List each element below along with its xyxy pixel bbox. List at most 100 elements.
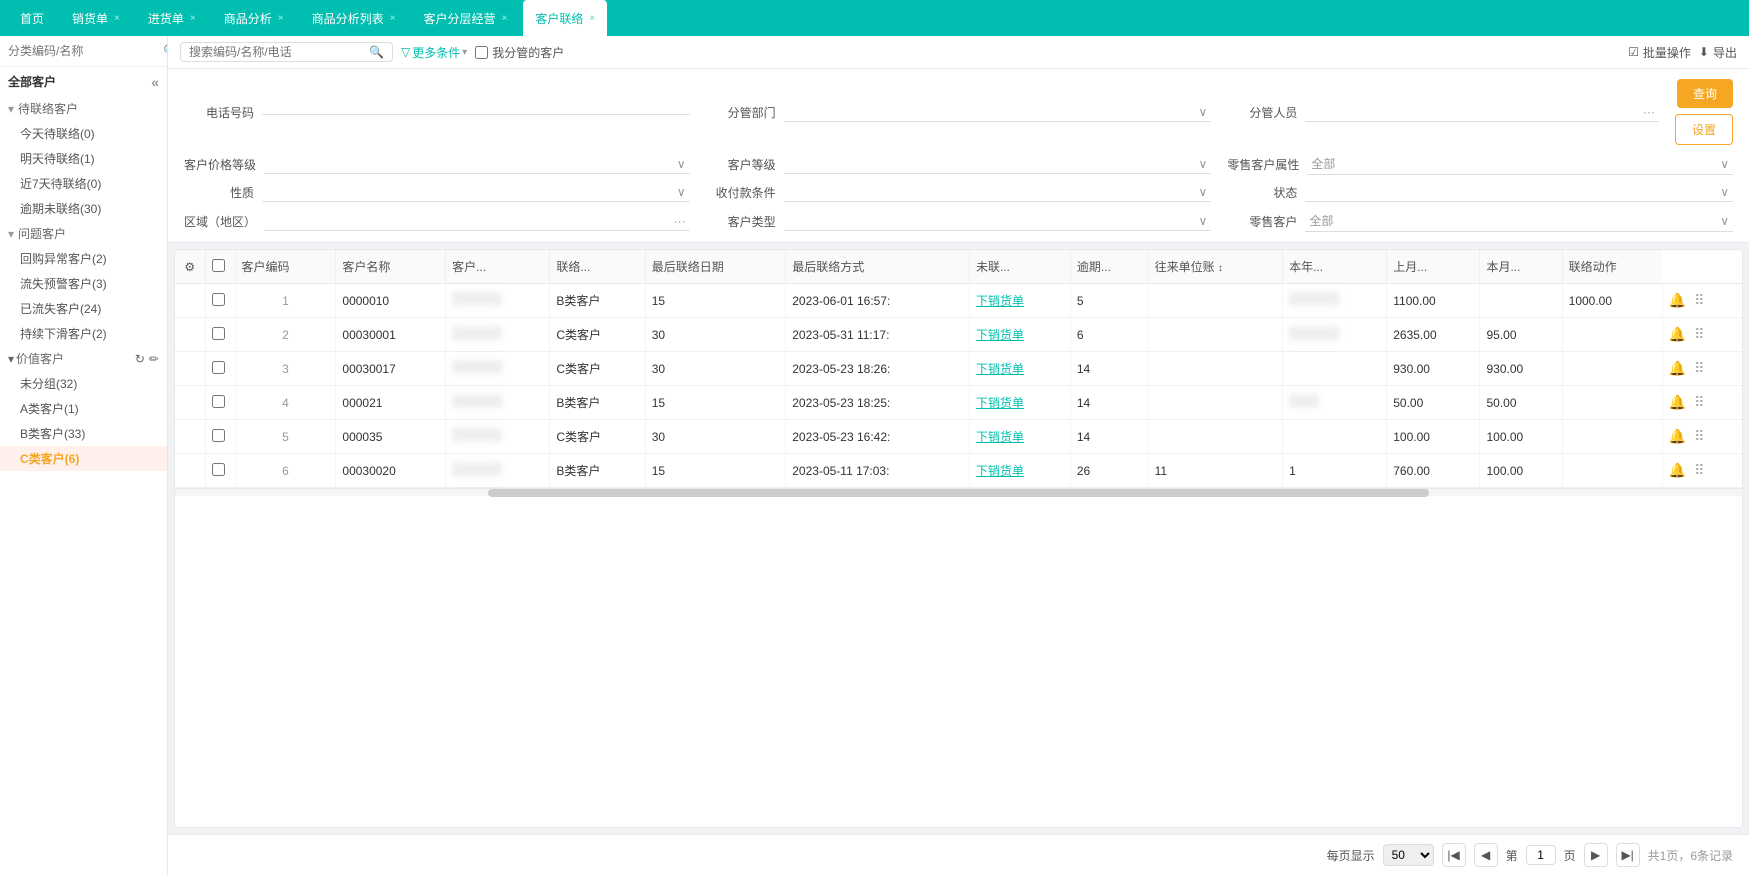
action-bell-icon-2[interactable]: 🔔: [1669, 360, 1686, 377]
next-page-btn[interactable]: ▶: [1584, 843, 1608, 867]
customer-type-select[interactable]: ∨: [784, 212, 1212, 231]
sidebar-value-group[interactable]: ▾ 价值客户 ↻ ✏: [0, 346, 167, 371]
sidebar-item-c-class[interactable]: C类客户(6): [0, 446, 167, 471]
nature-select[interactable]: ∨: [262, 183, 690, 202]
nav-customer-contact-close[interactable]: ×: [589, 13, 595, 24]
page-size-select[interactable]: 50 20 100: [1383, 844, 1434, 866]
action-bell-icon-3[interactable]: 🔔: [1669, 394, 1686, 411]
cell-method-4[interactable]: 下销货单: [969, 420, 1070, 454]
cell-action-5[interactable]: 🔔 ⠿: [1662, 454, 1742, 488]
phone-input[interactable]: [262, 110, 690, 115]
nav-customer-contact[interactable]: 客户联络 ×: [523, 0, 607, 36]
cell-action-2[interactable]: 🔔 ⠿: [1662, 352, 1742, 386]
nav-product-list[interactable]: 商品分析列表 ×: [300, 0, 408, 36]
cell-action-0[interactable]: 🔔 ⠿: [1662, 284, 1742, 318]
retail-attr-select[interactable]: 全部 ∨: [1307, 153, 1733, 175]
row-checkbox-2[interactable]: [212, 361, 225, 374]
batch-operation-btn[interactable]: ☑ 批量操作: [1628, 44, 1691, 61]
sidebar-item-today[interactable]: 今天待联络(0): [0, 121, 167, 146]
sidebar-item-declining[interactable]: 持续下滑客户(2): [0, 321, 167, 346]
nav-product-list-close[interactable]: ×: [390, 13, 396, 24]
action-bell-icon-0[interactable]: 🔔: [1669, 292, 1686, 309]
retail-customer-select[interactable]: 全部 ∨: [1305, 210, 1733, 232]
row-checkbox-1[interactable]: [212, 327, 225, 340]
action-menu-icon-4[interactable]: ⠿: [1694, 428, 1704, 445]
row-checkbox-3[interactable]: [212, 395, 225, 408]
sidebar-item-a-class[interactable]: A类客户(1): [0, 396, 167, 421]
nav-product-analysis[interactable]: 商品分析 ×: [212, 0, 296, 36]
search-input[interactable]: [189, 45, 369, 59]
nav-sales-close[interactable]: ×: [114, 13, 120, 24]
cell-method-0[interactable]: 下销货单: [969, 284, 1070, 318]
query-button[interactable]: 查询: [1677, 79, 1733, 108]
sidebar-problem-group[interactable]: 问题客户: [0, 221, 167, 246]
cell-checkbox-4[interactable]: [205, 420, 235, 454]
cell-action-3[interactable]: 🔔 ⠿: [1662, 386, 1742, 420]
cell-checkbox-3[interactable]: [205, 386, 235, 420]
sidebar-item-ungrouped[interactable]: 未分组(32): [0, 371, 167, 396]
prev-page-btn[interactable]: ◀: [1474, 843, 1498, 867]
settings-th[interactable]: ⚙: [175, 250, 205, 284]
refresh-icon[interactable]: ↻: [135, 352, 145, 366]
action-bell-icon-5[interactable]: 🔔: [1669, 462, 1686, 479]
manager-select[interactable]: ···: [1305, 103, 1659, 122]
cell-action-4[interactable]: 🔔 ⠿: [1662, 420, 1742, 454]
nav-home[interactable]: 首页: [8, 0, 56, 36]
sidebar-search-input[interactable]: [8, 44, 163, 58]
nav-customer-tier[interactable]: 客户分层经营 ×: [411, 0, 519, 36]
action-bell-icon-4[interactable]: 🔔: [1669, 428, 1686, 445]
cell-checkbox-1[interactable]: [205, 318, 235, 352]
action-menu-icon-5[interactable]: ⠿: [1694, 462, 1704, 479]
sidebar-item-b-class[interactable]: B类客户(33): [0, 421, 167, 446]
page-input[interactable]: [1526, 845, 1556, 865]
select-all-checkbox[interactable]: [212, 259, 225, 272]
cell-action-1[interactable]: 🔔 ⠿: [1662, 318, 1742, 352]
my-customers-check[interactable]: [475, 46, 488, 59]
dept-select[interactable]: ∨: [784, 103, 1212, 122]
cell-checkbox-0[interactable]: [205, 284, 235, 318]
nav-purchase-close[interactable]: ×: [190, 13, 196, 24]
search-submit-icon[interactable]: 🔍: [369, 45, 384, 59]
sidebar-all-customers[interactable]: 全部客户 «: [0, 67, 167, 96]
sidebar-item-churned[interactable]: 已流失客户(24): [0, 296, 167, 321]
table-scrollbar[interactable]: [175, 488, 1742, 496]
cell-method-1[interactable]: 下销货单: [969, 318, 1070, 352]
export-btn[interactable]: ⬇ 导出: [1699, 44, 1737, 61]
my-customers-checkbox[interactable]: 我分管的客户: [475, 44, 564, 61]
payment-select[interactable]: ∨: [784, 183, 1212, 202]
row-checkbox-4[interactable]: [212, 429, 225, 442]
search-wrap[interactable]: 🔍: [180, 42, 393, 62]
row-checkbox-0[interactable]: [212, 293, 225, 306]
action-menu-icon-3[interactable]: ⠿: [1694, 394, 1704, 411]
cell-method-5[interactable]: 下销货单: [969, 454, 1070, 488]
more-conditions-btn[interactable]: ▽ 更多条件 ▾: [401, 44, 467, 61]
nav-purchase[interactable]: 进货单 ×: [136, 0, 208, 36]
first-page-btn[interactable]: |◀: [1442, 843, 1466, 867]
row-checkbox-5[interactable]: [212, 463, 225, 476]
cell-checkbox-5[interactable]: [205, 454, 235, 488]
cell-method-3[interactable]: 下销货单: [969, 386, 1070, 420]
customer-grade-select[interactable]: ∨: [784, 155, 1212, 174]
action-menu-icon-1[interactable]: ⠿: [1694, 326, 1704, 343]
cell-method-2[interactable]: 下销货单: [969, 352, 1070, 386]
action-menu-icon-2[interactable]: ⠿: [1694, 360, 1704, 377]
customer-level-select[interactable]: ∨: [264, 155, 690, 174]
region-select[interactable]: ···: [264, 212, 690, 231]
sidebar-item-tomorrow[interactable]: 明天待联络(1): [0, 146, 167, 171]
nav-sales[interactable]: 销货单 ×: [60, 0, 132, 36]
checkbox-th[interactable]: [205, 250, 235, 284]
last-page-btn[interactable]: ▶|: [1616, 843, 1640, 867]
action-menu-icon-0[interactable]: ⠿: [1694, 292, 1704, 309]
edit-icon[interactable]: ✏: [149, 352, 159, 366]
sidebar-search-wrap[interactable]: 🔍: [0, 36, 167, 67]
sidebar-item-7days[interactable]: 近7天待联络(0): [0, 171, 167, 196]
set-button[interactable]: 设置: [1675, 114, 1733, 145]
sidebar-pending-group[interactable]: 待联络客户: [0, 96, 167, 121]
action-bell-icon-1[interactable]: 🔔: [1669, 326, 1686, 343]
status-select[interactable]: ∨: [1305, 183, 1733, 202]
sidebar-item-churn-warning[interactable]: 流失预警客户(3): [0, 271, 167, 296]
collapse-icon[interactable]: «: [151, 74, 159, 90]
sidebar-item-overdue[interactable]: 逾期未联络(30): [0, 196, 167, 221]
nav-product-analysis-close[interactable]: ×: [278, 13, 284, 24]
nav-customer-tier-close[interactable]: ×: [501, 13, 507, 24]
